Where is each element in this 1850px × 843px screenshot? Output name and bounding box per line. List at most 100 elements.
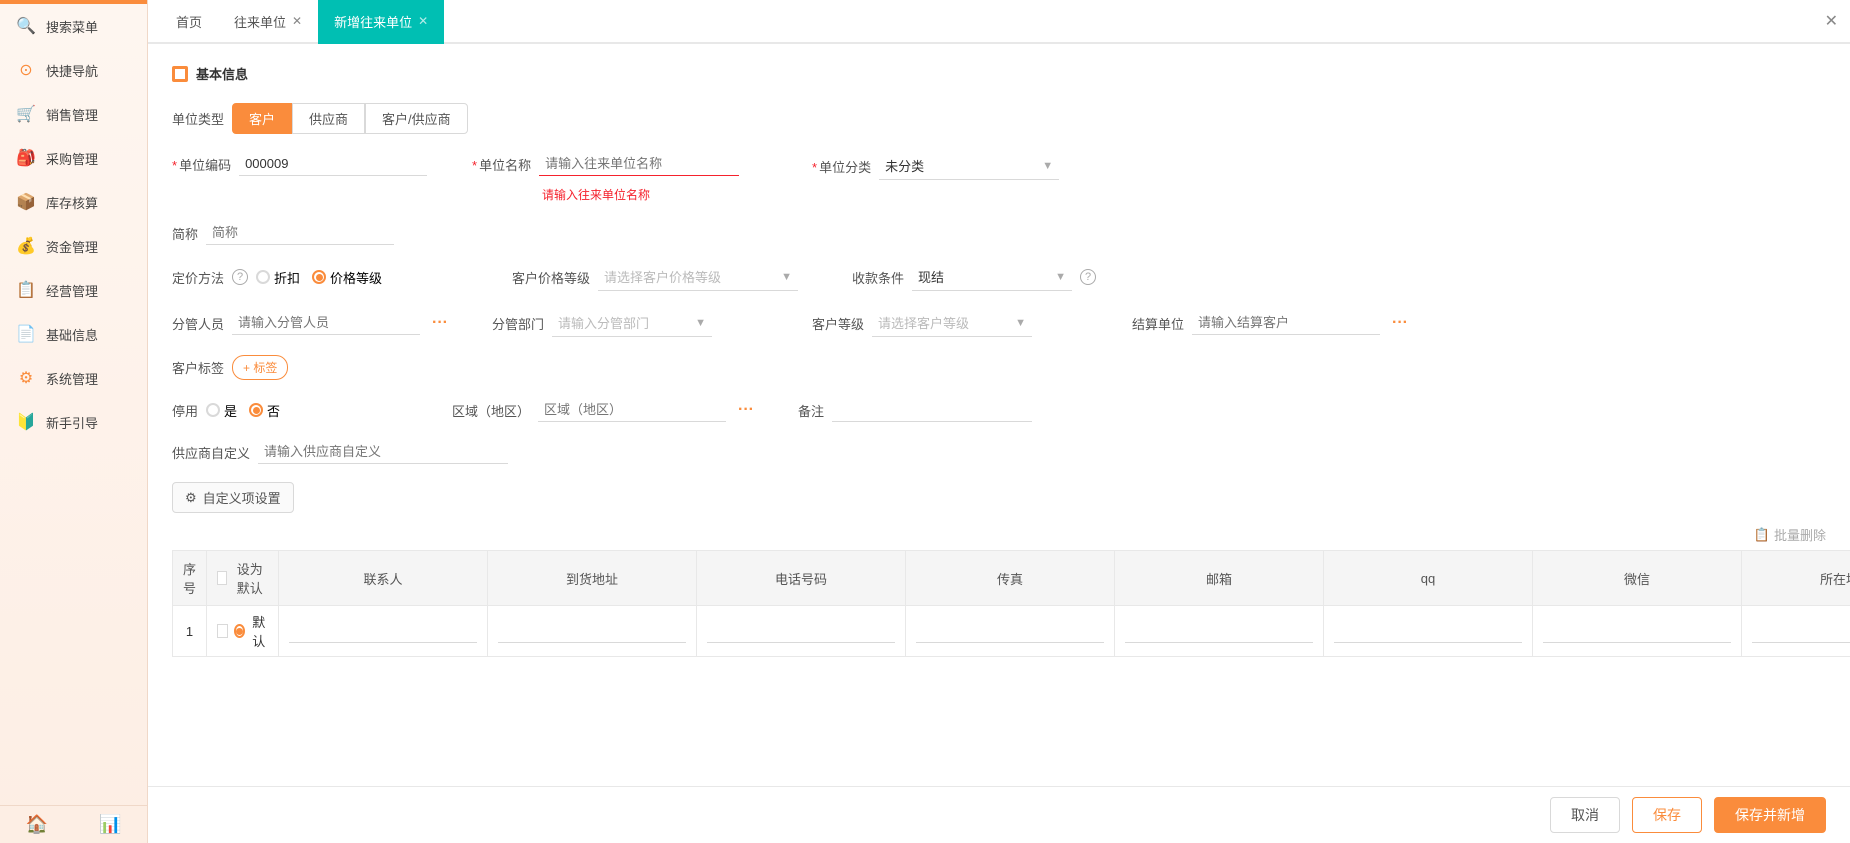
remark-input[interactable] xyxy=(832,398,1032,422)
supplier-custom-input[interactable] xyxy=(258,440,508,464)
cancel-button[interactable]: 取消 xyxy=(1550,797,1620,833)
row-region[interactable] xyxy=(1742,606,1850,657)
col-fax: 传真 xyxy=(906,551,1115,606)
sidebar-label-system: 系统管理 xyxy=(46,369,98,388)
row-default: 默认 xyxy=(207,606,279,657)
sidebar-item-quicknav[interactable]: ⊙ 快捷导航 xyxy=(0,48,147,92)
unit-type-both-btn[interactable]: 客户/供应商 xyxy=(365,103,468,134)
payment-term-chevron: ▼ xyxy=(1055,271,1066,283)
unit-name-error: 请输入往来单位名称 xyxy=(542,186,650,203)
save-new-button[interactable]: 保存并新增 xyxy=(1714,797,1826,833)
row-email[interactable] xyxy=(1115,606,1324,657)
sidebar: 🔍 搜索菜单 ⊙ 快捷导航 🛒 销售管理 🎒 采购管理 📦 库存核算 💰 资金管… xyxy=(0,0,148,843)
region-input[interactable] xyxy=(538,398,726,422)
row-fax[interactable] xyxy=(906,606,1115,657)
tab-partner-list-close[interactable]: ✕ xyxy=(292,14,302,28)
unit-category-field: 单位分类 未分类 ▼ xyxy=(812,152,1092,180)
disabled-region-row: 停用 是 否 区域（地区） ··· 备注 xyxy=(172,398,1826,422)
region-field: 区域（地区） ··· xyxy=(452,398,758,422)
abbr-input[interactable] xyxy=(206,221,394,245)
finance-icon: 💰 xyxy=(16,236,36,256)
home-bottom-icon[interactable]: 🏠 xyxy=(26,814,48,835)
row-checkbox[interactable] xyxy=(217,624,228,638)
unit-type-row: 单位类型 客户 供应商 客户/供应商 xyxy=(172,103,1826,134)
manager-row: 分管人员 ··· 分管部门 请输入分管部门 ▼ 客户等级 请选择客户等级 ▼ 结… xyxy=(172,309,1826,337)
manager-input[interactable] xyxy=(232,311,420,335)
col-phone: 电话号码 xyxy=(697,551,906,606)
global-close-icon[interactable]: ✕ xyxy=(1825,11,1838,31)
add-tag-btn[interactable]: + 标签 xyxy=(232,355,288,380)
sidebar-item-purchase[interactable]: 🎒 采购管理 xyxy=(0,136,147,180)
settlement-unit-more-btn[interactable]: ··· xyxy=(1388,314,1412,332)
unit-name-field: 单位名称 请输入往来单位名称 xyxy=(472,152,772,203)
department-select[interactable]: 请输入分管部门 ▼ xyxy=(552,309,712,337)
unit-code-field: 单位编码 xyxy=(172,152,432,176)
pricing-discount-radio[interactable]: 折扣 xyxy=(256,268,300,287)
sales-icon: 🛒 xyxy=(16,104,36,124)
sidebar-item-search[interactable]: 🔍 搜索菜单 xyxy=(0,4,147,48)
unit-category-label: 单位分类 xyxy=(812,157,871,176)
quicknav-icon: ⊙ xyxy=(16,60,36,80)
sidebar-item-newguide[interactable]: 🔰 新手引导 xyxy=(0,400,147,444)
sidebar-item-basic[interactable]: 📄 基础信息 xyxy=(0,312,147,356)
unit-type-customer-btn[interactable]: 客户 xyxy=(232,103,292,134)
tab-partner-list-label: 往来单位 xyxy=(234,12,286,31)
col-default: 设为默认 xyxy=(207,551,279,606)
section-title: 基本信息 xyxy=(196,64,248,83)
sidebar-item-inventory[interactable]: 📦 库存核算 xyxy=(0,180,147,224)
tab-new-partner-close[interactable]: ✕ xyxy=(418,14,428,28)
customer-tag-field: 客户标签 + 标签 xyxy=(172,355,392,380)
unit-type-supplier-btn[interactable]: 供应商 xyxy=(292,103,365,134)
row-phone[interactable] xyxy=(697,606,906,657)
disabled-no-radio[interactable]: 否 xyxy=(249,401,280,420)
row-contact[interactable] xyxy=(279,606,488,657)
col-seq: 序号 xyxy=(173,551,207,606)
pricing-help-icon[interactable]: ? xyxy=(232,269,248,285)
tab-home[interactable]: 首页 xyxy=(160,0,218,44)
row-wechat[interactable] xyxy=(1533,606,1742,657)
custom-settings-button[interactable]: ⚙ 自定义项设置 xyxy=(172,482,294,513)
unit-category-chevron: ▼ xyxy=(1042,160,1053,172)
region-more-btn[interactable]: ··· xyxy=(734,401,758,419)
pricing-level-radio[interactable]: 价格等级 xyxy=(312,268,382,287)
row-address[interactable] xyxy=(488,606,697,657)
unit-name-input[interactable] xyxy=(539,152,739,176)
col-region: 所在地区 xyxy=(1742,551,1850,606)
payment-term-help-icon[interactable]: ? xyxy=(1080,269,1096,285)
manager-more-btn[interactable]: ··· xyxy=(428,314,452,332)
disabled-yes-radio[interactable]: 是 xyxy=(206,401,237,420)
select-all-checkbox[interactable] xyxy=(217,571,227,585)
remark-field: 备注 xyxy=(798,398,1078,422)
tab-partner-list[interactable]: 往来单位 ✕ xyxy=(218,0,318,44)
customer-level-select[interactable]: 请选择客户等级 ▼ xyxy=(872,309,1032,337)
settlement-unit-input[interactable] xyxy=(1192,311,1380,335)
table-row: 1 默认 xyxy=(173,606,1850,657)
bottom-bar: 取消 保存 保存并新增 xyxy=(148,786,1850,843)
col-contact: 联系人 xyxy=(279,551,488,606)
pricing-method-label: 定价方法 xyxy=(172,268,224,287)
tab-new-partner[interactable]: 新增往来单位 ✕ xyxy=(318,0,444,44)
sidebar-item-operations[interactable]: 📋 经营管理 xyxy=(0,268,147,312)
row-default-radio[interactable]: 默认 xyxy=(234,612,268,650)
sidebar-item-finance[interactable]: 💰 资金管理 xyxy=(0,224,147,268)
unit-code-label: 单位编码 xyxy=(172,155,231,174)
disabled-yes-label: 是 xyxy=(224,401,237,420)
section-icon xyxy=(172,66,188,82)
customer-price-level-select[interactable]: 请选择客户价格等级 ▼ xyxy=(598,263,798,291)
customer-price-level-placeholder: 请选择客户价格等级 xyxy=(604,267,777,286)
row-default-circle xyxy=(234,624,245,638)
row-qq[interactable] xyxy=(1324,606,1533,657)
sidebar-item-system[interactable]: ⚙ 系统管理 xyxy=(0,356,147,400)
save-button[interactable]: 保存 xyxy=(1632,797,1702,833)
newguide-icon: 🔰 xyxy=(16,412,36,432)
code-name-category-row: 单位编码 单位名称 请输入往来单位名称 单位分类 未分类 ▼ xyxy=(172,152,1826,203)
bar-bottom-icon[interactable]: 📊 xyxy=(99,814,121,835)
unit-code-input[interactable] xyxy=(239,152,427,176)
sidebar-item-sales[interactable]: 🛒 销售管理 xyxy=(0,92,147,136)
disabled-radio-group: 是 否 xyxy=(206,401,280,420)
payment-term-select[interactable]: 现结 ▼ xyxy=(912,263,1072,291)
batch-delete-area[interactable]: 📋 批量删除 xyxy=(172,525,1826,544)
unit-category-select[interactable]: 未分类 ▼ xyxy=(879,152,1059,180)
purchase-icon: 🎒 xyxy=(16,148,36,168)
disabled-no-label: 否 xyxy=(267,401,280,420)
